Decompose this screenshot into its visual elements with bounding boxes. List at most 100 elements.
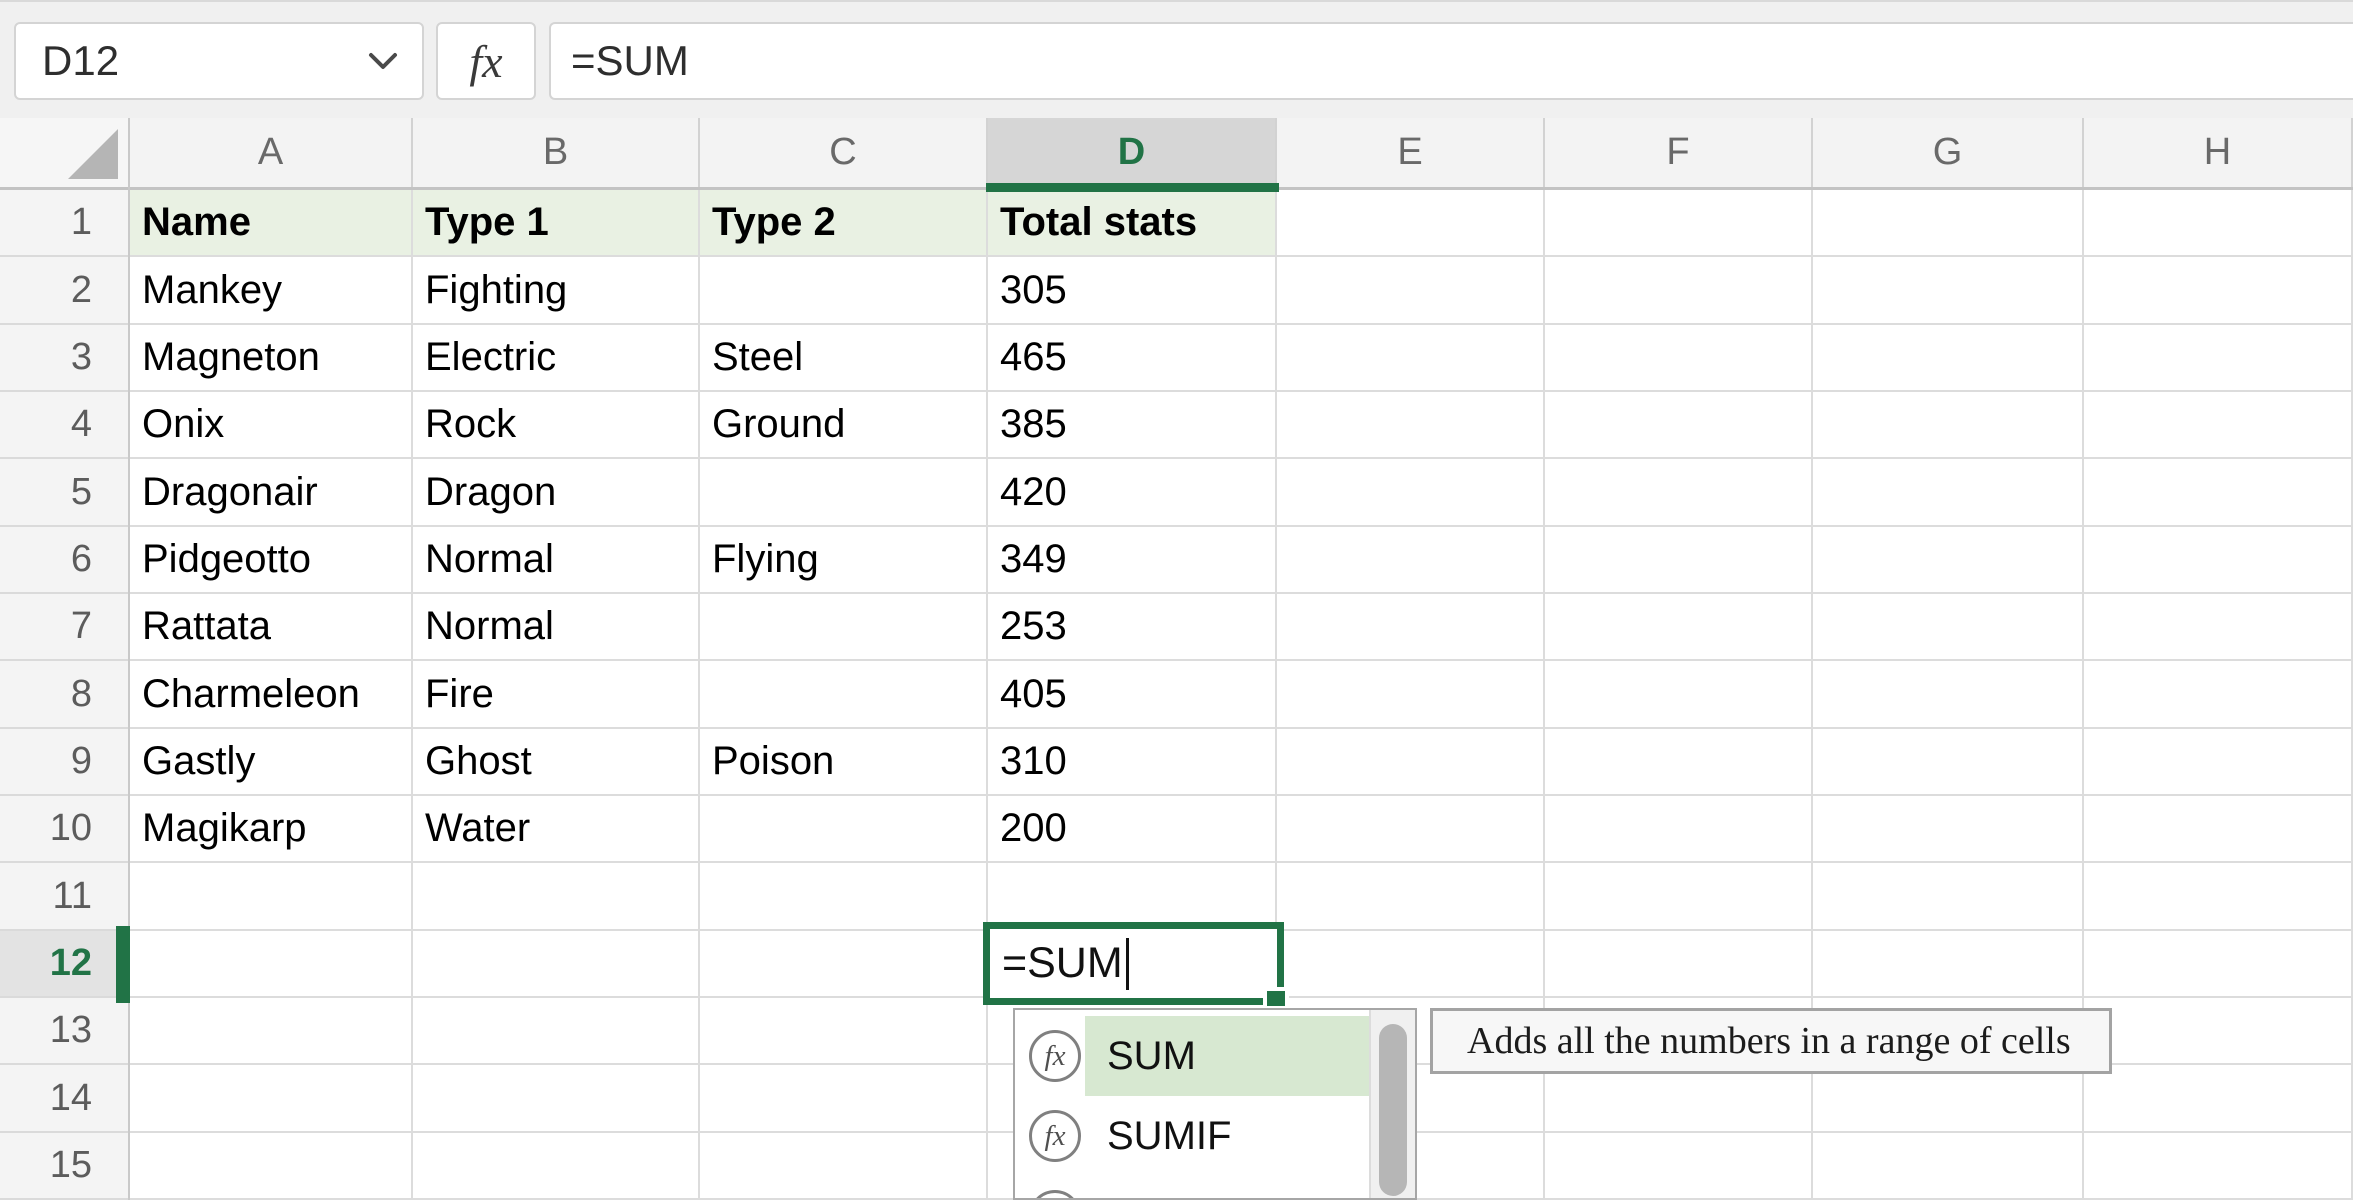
cell-C3[interactable]: Steel [700,325,988,392]
cell-H12[interactable] [2084,931,2353,998]
cell-B8[interactable]: Fire [413,661,700,729]
active-cell-editor[interactable]: =SUM [983,922,1284,1005]
fill-handle[interactable] [1267,991,1285,1006]
cell-A4[interactable]: Onix [130,392,413,459]
autocomplete-item-sum[interactable]: fx SUM [1015,1016,1415,1096]
cell-G1[interactable] [1813,190,2084,257]
cell-G7[interactable] [1813,594,2084,661]
cell-A11[interactable] [130,863,413,931]
cell-D7[interactable]: 253 [988,594,1277,661]
cell-D10[interactable]: 200 [988,796,1277,863]
row-header-3[interactable]: 3 [0,325,128,392]
cell-G10[interactable] [1813,796,2084,863]
cell-F2[interactable] [1545,257,1813,325]
cell-D1[interactable]: Total stats [988,190,1277,257]
cell-G12[interactable] [1813,931,2084,998]
row-header-14[interactable]: 14 [0,1065,128,1133]
column-header-F[interactable]: F [1545,118,1813,187]
cell-H8[interactable] [2084,661,2353,729]
cell-H4[interactable] [2084,392,2353,459]
cell-D11[interactable] [988,863,1277,931]
column-header-D[interactable]: D [988,118,1277,187]
cell-B11[interactable] [413,863,700,931]
cell-D9[interactable]: 310 [988,729,1277,796]
cell-E1[interactable] [1277,190,1545,257]
autocomplete-item-sumif[interactable]: fx SUMIF [1015,1096,1415,1176]
cell-H14[interactable] [2084,1065,2353,1133]
column-header-B[interactable]: B [413,118,700,187]
cell-E7[interactable] [1277,594,1545,661]
dropdown-scrollbar-thumb[interactable] [1379,1024,1407,1196]
cell-D4[interactable]: 385 [988,392,1277,459]
cell-H9[interactable] [2084,729,2353,796]
row-header-10[interactable]: 10 [0,796,128,863]
chevron-down-icon[interactable] [366,50,400,72]
cell-F10[interactable] [1545,796,1813,863]
cell-B9[interactable]: Ghost [413,729,700,796]
dropdown-scrollbar[interactable] [1369,1010,1415,1198]
cell-B10[interactable]: Water [413,796,700,863]
cell-F8[interactable] [1545,661,1813,729]
cell-E12[interactable] [1277,931,1545,998]
cell-D8[interactable]: 405 [988,661,1277,729]
autocomplete-item-sumifs[interactable]: fx SUMIFS [1015,1176,1415,1200]
cell-B5[interactable]: Dragon [413,459,700,527]
cell-G6[interactable] [1813,527,2084,594]
cell-E8[interactable] [1277,661,1545,729]
row-header-2[interactable]: 2 [0,257,128,325]
cell-B1[interactable]: Type 1 [413,190,700,257]
cell-G9[interactable] [1813,729,2084,796]
cell-C5[interactable] [700,459,988,527]
row-header-7[interactable]: 7 [0,594,128,661]
cell-B14[interactable] [413,1065,700,1133]
cell-E6[interactable] [1277,527,1545,594]
cell-C11[interactable] [700,863,988,931]
cell-B2[interactable]: Fighting [413,257,700,325]
cell-F15[interactable] [1545,1133,1813,1200]
cell-G2[interactable] [1813,257,2084,325]
cell-A5[interactable]: Dragonair [130,459,413,527]
cell-G14[interactable] [1813,1065,2084,1133]
cell-A15[interactable] [130,1133,413,1200]
cell-C8[interactable] [700,661,988,729]
cell-B12[interactable] [413,931,700,998]
cell-B15[interactable] [413,1133,700,1200]
cell-C6[interactable]: Flying [700,527,988,594]
cell-A3[interactable]: Magneton [130,325,413,392]
row-header-4[interactable]: 4 [0,392,128,459]
cell-C2[interactable] [700,257,988,325]
cell-E11[interactable] [1277,863,1545,931]
row-header-13[interactable]: 13 [0,998,128,1065]
cell-G8[interactable] [1813,661,2084,729]
cell-C14[interactable] [700,1065,988,1133]
cell-E4[interactable] [1277,392,1545,459]
row-header-5[interactable]: 5 [0,459,128,527]
cell-F6[interactable] [1545,527,1813,594]
name-box[interactable]: D12 [14,22,424,100]
cell-H10[interactable] [2084,796,2353,863]
cell-A2[interactable]: Mankey [130,257,413,325]
cell-D6[interactable]: 349 [988,527,1277,594]
cell-A8[interactable]: Charmeleon [130,661,413,729]
cell-A10[interactable]: Magikarp [130,796,413,863]
row-header-8[interactable]: 8 [0,661,128,729]
cell-A12[interactable] [130,931,413,998]
cell-C13[interactable] [700,998,988,1065]
cell-H2[interactable] [2084,257,2353,325]
insert-function-button[interactable]: fx [436,22,536,100]
cell-H7[interactable] [2084,594,2353,661]
cell-E9[interactable] [1277,729,1545,796]
cell-G3[interactable] [1813,325,2084,392]
cell-F11[interactable] [1545,863,1813,931]
row-header-11[interactable]: 11 [0,863,128,931]
cell-F1[interactable] [1545,190,1813,257]
column-header-H[interactable]: H [2084,118,2353,187]
cell-H3[interactable] [2084,325,2353,392]
cell-B13[interactable] [413,998,700,1065]
cell-D2[interactable]: 305 [988,257,1277,325]
cell-G15[interactable] [1813,1133,2084,1200]
cell-H11[interactable] [2084,863,2353,931]
row-header-6[interactable]: 6 [0,527,128,594]
column-header-G[interactable]: G [1813,118,2084,187]
cell-C9[interactable]: Poison [700,729,988,796]
